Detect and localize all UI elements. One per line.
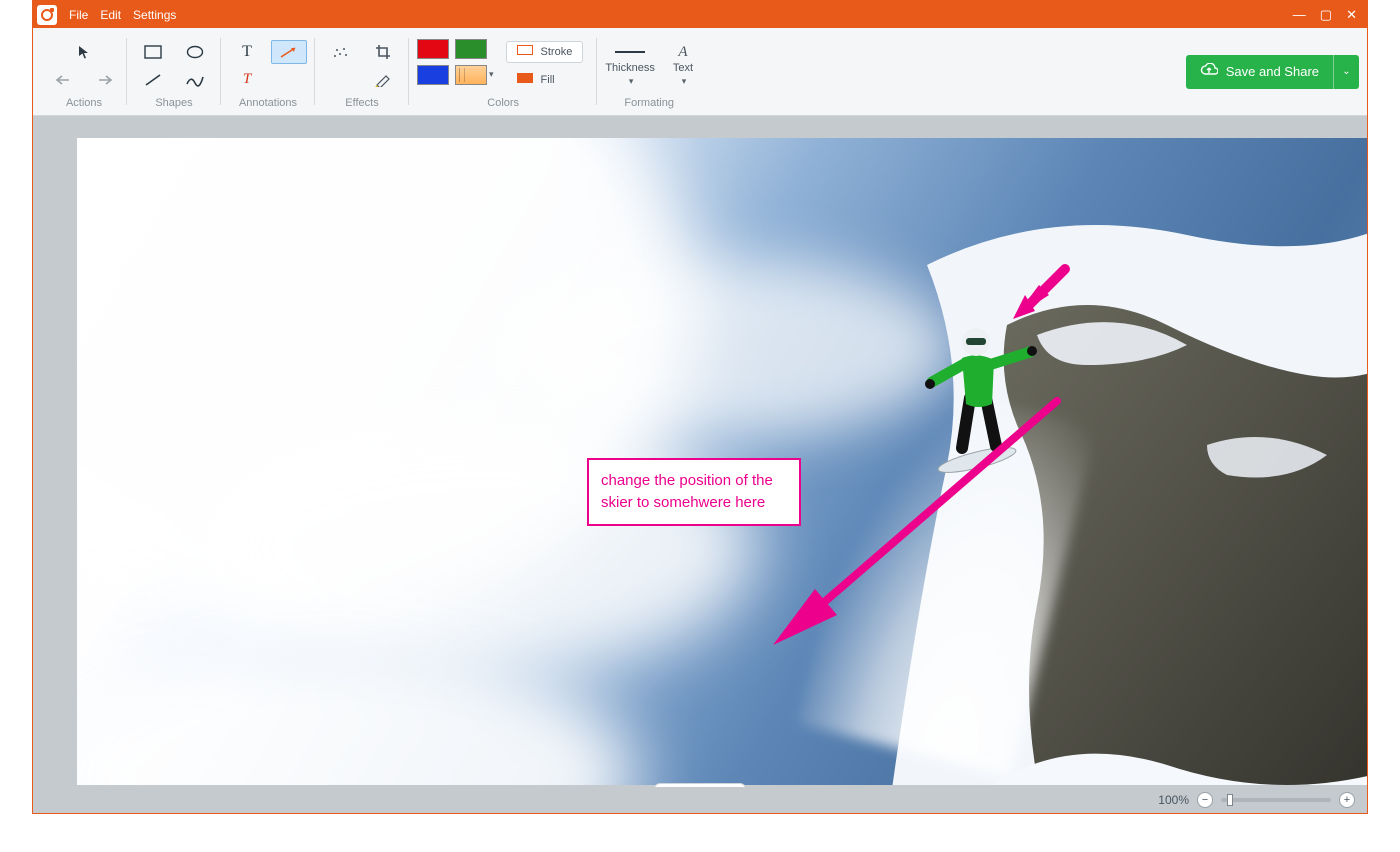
zoom-value: 100% [1158,793,1189,807]
color-swatch-blue[interactable] [417,65,449,85]
save-share-dropdown[interactable]: ⌄ [1333,55,1359,89]
thickness-label: Thickness [605,62,655,74]
text-format-label: Text [673,62,693,74]
skier-graphic [922,308,1042,478]
save-share-label: Save and Share [1226,64,1319,79]
group-label-effects: Effects [345,97,378,113]
app-window: File Edit Settings — ▢ ✕ [32,0,1368,814]
workarea: change the position of the skier to some… [33,116,1367,813]
maximize-button[interactable]: ▢ [1320,7,1332,23]
rectangle-tool[interactable] [135,40,171,64]
color-dropdown-icon[interactable]: ▾ [489,69,494,80]
stroke-button[interactable]: Stroke [506,41,584,63]
group-label-colors: Colors [487,97,519,113]
group-effects: Effects [315,28,409,115]
stroke-label: Stroke [541,46,573,58]
stroke-swatch-icon [517,45,533,58]
crop-tool[interactable] [365,40,401,64]
fill-button[interactable]: Fill [506,69,584,91]
undo-button[interactable] [49,68,81,92]
zoom-out-button[interactable]: − [1197,792,1213,808]
highlighter-tool[interactable] [365,68,401,92]
group-actions: Actions [41,28,127,115]
group-label-formatting: Formating [624,97,674,113]
line-tool[interactable] [135,68,171,92]
group-shapes: Shapes [127,28,221,115]
group-colors: ▾ Stroke Fill [409,28,597,115]
color-swatch-gradient[interactable] [455,65,487,85]
save-share: Save and Share ⌄ [1186,55,1359,89]
menu-file[interactable]: File [69,8,88,22]
save-share-button[interactable]: Save and Share [1186,55,1333,89]
color-swatch-green[interactable] [455,39,487,59]
group-label-annotations: Annotations [239,97,297,113]
group-annotations: T T Annotations [221,28,315,115]
fill-label: Fill [541,74,555,86]
fill-swatch-icon [517,73,533,86]
minimize-button[interactable]: — [1293,7,1306,22]
zoom-slider-thumb[interactable] [1227,794,1233,806]
blur-tool[interactable] [323,40,359,64]
zoom-slider[interactable] [1221,798,1331,802]
titlebar: File Edit Settings — ▢ ✕ [33,1,1367,28]
ribbon: Actions [33,28,1367,116]
text-color-tool[interactable]: T [229,68,265,92]
canvas[interactable]: change the position of the skier to some… [77,138,1367,785]
text-format-dropdown[interactable]: A Text ▾ [673,44,693,87]
app-icon [37,5,57,25]
chevron-down-icon: ▾ [629,76,634,87]
thickness-dropdown[interactable]: Thickness ▾ [605,44,655,87]
zoom-in-button[interactable]: + [1339,792,1355,808]
ellipse-tool[interactable] [177,40,213,64]
redo-button[interactable] [87,68,119,92]
group-label-actions: Actions [66,97,102,113]
chevron-down-icon: ▾ [682,76,687,87]
chevron-down-icon: ⌄ [1342,66,1350,77]
menu-settings[interactable]: Settings [133,8,176,22]
cloud-upload-icon [1200,63,1218,80]
close-button[interactable]: ✕ [1346,7,1357,23]
freehand-tool[interactable] [177,68,213,92]
annotation-note-text: change the position of the skier to some… [601,472,773,511]
statusbar: 100% − + [33,787,1367,813]
annotation-note[interactable]: change the position of the skier to some… [587,458,801,526]
group-formatting: Thickness ▾ A Text ▾ Formating [597,28,701,115]
arrow-tool[interactable] [271,40,307,64]
menu-edit[interactable]: Edit [100,8,121,22]
color-swatch-red[interactable] [417,39,449,59]
pointer-tool[interactable] [68,40,100,64]
group-label-shapes: Shapes [155,97,192,113]
text-tool[interactable]: T [229,40,265,64]
